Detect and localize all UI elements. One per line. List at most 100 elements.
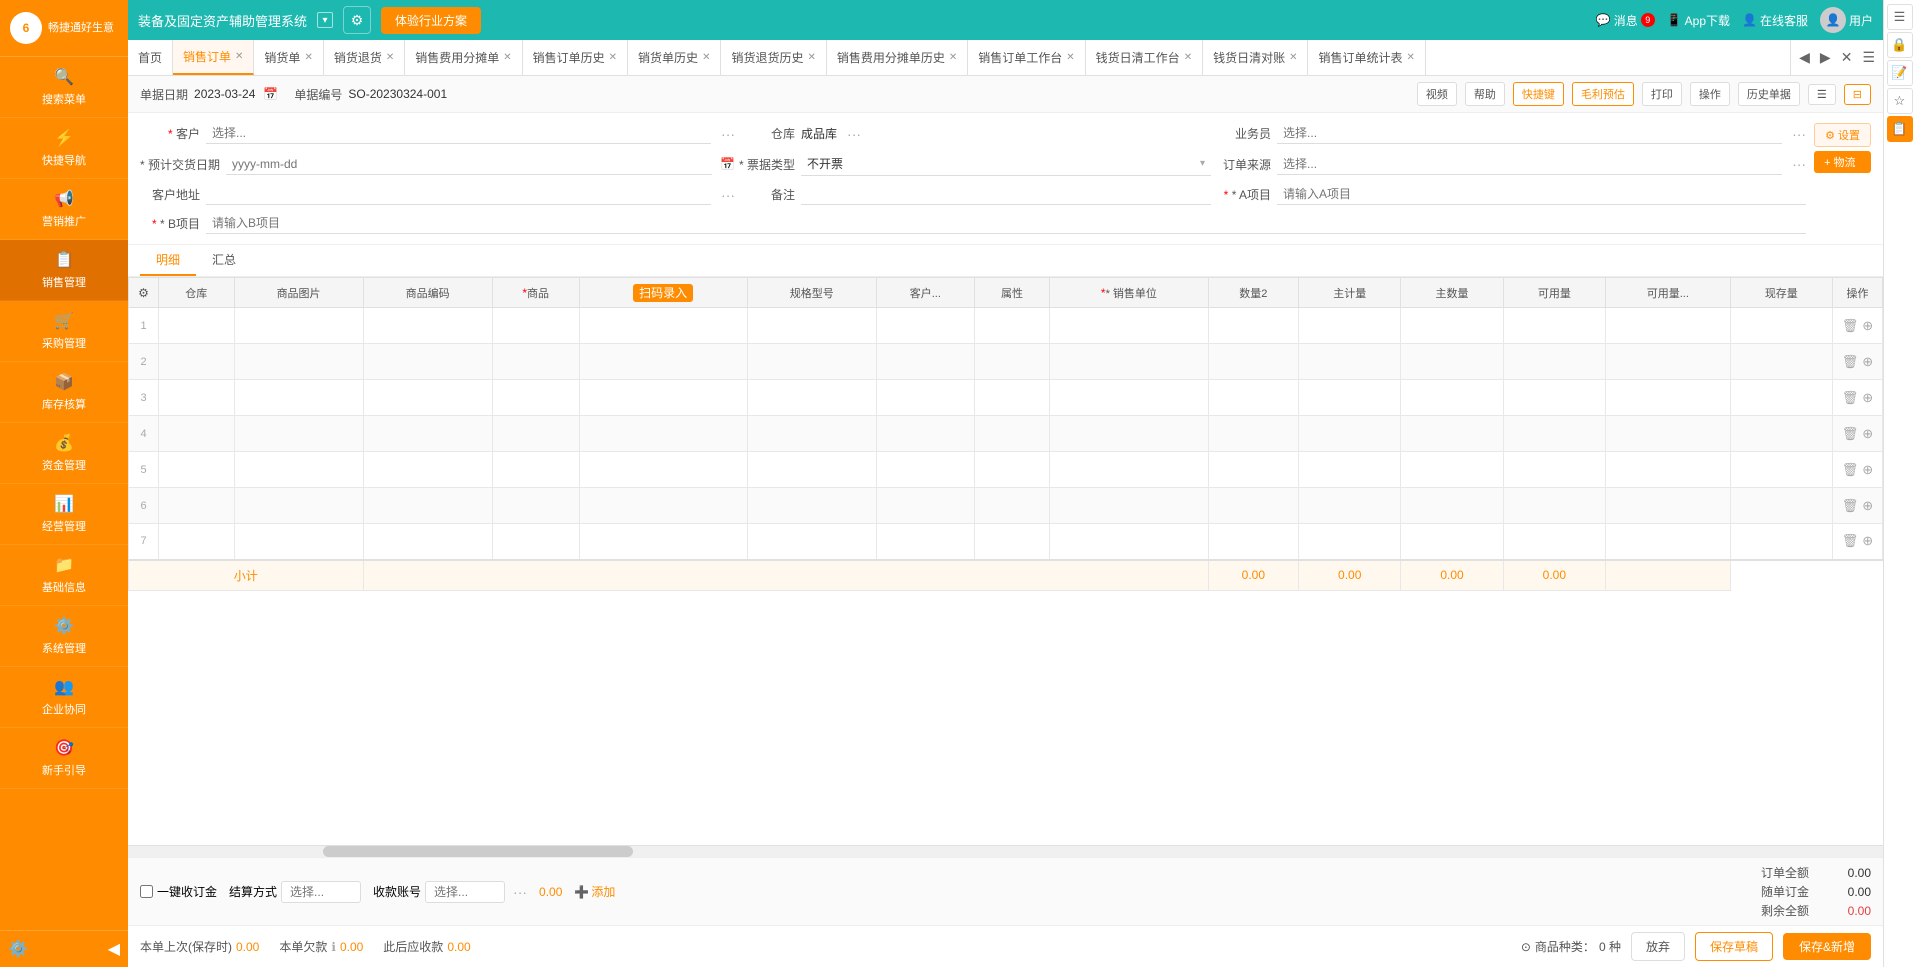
cell-4-11[interactable] (1299, 416, 1401, 452)
a-project-input[interactable] (1277, 184, 1806, 205)
discard-btn[interactable]: 放弃 (1631, 932, 1685, 961)
cell-3-11[interactable] (1299, 380, 1401, 416)
cell-3-9[interactable] (1050, 380, 1208, 416)
user-avatar[interactable]: 👤 用户 (1820, 7, 1873, 33)
one-click-label[interactable]: 一键收订金 (140, 883, 217, 900)
copy-icon-6[interactable]: ⊕ (1862, 498, 1873, 513)
cell-1-1[interactable] (159, 308, 235, 344)
cell-4-1[interactable] (159, 416, 235, 452)
cell-1-9[interactable] (1050, 308, 1208, 344)
cell-1-6[interactable] (747, 308, 876, 344)
cell-5-3[interactable] (363, 452, 492, 488)
cell-3-15[interactable] (1730, 380, 1832, 416)
cell-5-5[interactable] (579, 452, 747, 488)
sidebar-item-1[interactable]: ⚡快捷导航 (0, 118, 128, 179)
sidebar-settings-icon[interactable]: ⚙️ (8, 939, 28, 959)
cell-4-9[interactable] (1050, 416, 1208, 452)
cell-7-2[interactable] (234, 524, 363, 560)
cell-3-14[interactable] (1605, 380, 1730, 416)
account-input[interactable] (425, 881, 505, 903)
cell-1-15[interactable] (1730, 308, 1832, 344)
save-new-btn[interactable]: 保存&新增 (1783, 933, 1871, 960)
tab-2[interactable]: 销货单✕ (254, 40, 323, 75)
cell-3-13[interactable] (1503, 380, 1605, 416)
cell-5-1[interactable] (159, 452, 235, 488)
scroll-thumb[interactable] (323, 846, 633, 857)
tab-8[interactable]: 销售费用分摊单历史✕ (827, 40, 968, 75)
cell-4-8[interactable] (974, 416, 1050, 452)
cell-2-14[interactable] (1605, 344, 1730, 380)
cell-4-15[interactable] (1730, 416, 1832, 452)
cell-5-12[interactable] (1401, 452, 1503, 488)
tab-close-1[interactable]: ✕ (235, 51, 243, 62)
cell-7-10[interactable] (1208, 524, 1298, 560)
tab-close-9[interactable]: ✕ (1066, 52, 1074, 63)
tab-close-8[interactable]: ✕ (949, 52, 957, 63)
right-panel-btn-2[interactable]: 🔒 (1887, 32, 1913, 58)
cell-3-3[interactable] (363, 380, 492, 416)
tab-close-4[interactable]: ✕ (503, 52, 511, 63)
settings-action-btn[interactable]: ⚙ 设置 (1814, 123, 1871, 147)
add-payment-btn[interactable]: ➕ 添加 (574, 883, 615, 900)
cell-1-8[interactable] (974, 308, 1050, 344)
order-source-input[interactable] (1277, 154, 1782, 175)
salesperson-dots[interactable]: ··· (1792, 126, 1806, 142)
cell-2-7[interactable] (876, 344, 974, 380)
right-panel-btn-5[interactable]: 📋 (1887, 116, 1913, 142)
right-panel-btn-1[interactable]: ☰ (1887, 4, 1913, 30)
topbar-settings-btn[interactable]: ⚙ (343, 6, 371, 34)
cell-2-8[interactable] (974, 344, 1050, 380)
grid-view-btn[interactable]: ☰ (1808, 84, 1836, 105)
delete-icon-5[interactable]: 🗑 (1842, 462, 1859, 477)
cell-1-14[interactable] (1605, 308, 1730, 344)
cell-7-7[interactable] (876, 524, 974, 560)
cell-4-10[interactable] (1208, 416, 1298, 452)
cell-3-4[interactable] (492, 380, 579, 416)
cell-4-13[interactable] (1503, 416, 1605, 452)
tab-close-10[interactable]: ✕ (1184, 52, 1192, 63)
cell-2-4[interactable] (492, 344, 579, 380)
cell-3-7[interactable] (876, 380, 974, 416)
calendar-icon[interactable]: 📅 (263, 87, 278, 101)
cell-6-5[interactable] (579, 488, 747, 524)
tab-menu-btn[interactable]: ☰ (1858, 47, 1879, 68)
cell-4-7[interactable] (876, 416, 974, 452)
system-dropdown-btn[interactable]: ▾ (317, 12, 333, 28)
delivery-calendar-icon[interactable]: 📅 (720, 157, 735, 171)
cell-2-12[interactable] (1401, 344, 1503, 380)
cell-4-2[interactable] (234, 416, 363, 452)
cell-3-5[interactable] (579, 380, 747, 416)
sidebar-item-9[interactable]: ⚙️系统管理 (0, 606, 128, 667)
cell-7-5[interactable] (579, 524, 747, 560)
warehouse-dots[interactable]: ··· (847, 126, 861, 142)
tab-4[interactable]: 销售费用分摊单✕ (405, 40, 522, 75)
tab-6[interactable]: 销货单历史✕ (628, 40, 721, 75)
right-panel-btn-4[interactable]: ☆ (1887, 88, 1913, 114)
tab-next-btn[interactable]: ▶ (1816, 47, 1835, 68)
cell-2-6[interactable] (747, 344, 876, 380)
online-service-btn[interactable]: 👤 在线客服 (1742, 12, 1808, 29)
tab-9[interactable]: 销售订单工作台✕ (968, 40, 1085, 75)
sidebar-item-5[interactable]: 📦库存核算 (0, 362, 128, 423)
cell-2-5[interactable] (579, 344, 747, 380)
cell-1-5[interactable] (579, 308, 747, 344)
customer-dots[interactable]: ··· (721, 126, 735, 142)
cell-7-3[interactable] (363, 524, 492, 560)
cell-5-13[interactable] (1503, 452, 1605, 488)
cell-7-9[interactable] (1050, 524, 1208, 560)
copy-icon-3[interactable]: ⊕ (1862, 390, 1873, 405)
cell-6-2[interactable] (234, 488, 363, 524)
sidebar-item-8[interactable]: 📁基础信息 (0, 545, 128, 606)
copy-icon-2[interactable]: ⊕ (1862, 354, 1873, 369)
ticket-select[interactable]: 不开票 ▾ (801, 152, 1211, 176)
copy-icon-1[interactable]: ⊕ (1862, 318, 1873, 333)
cell-7-11[interactable] (1299, 524, 1401, 560)
cell-3-8[interactable] (974, 380, 1050, 416)
remark-input[interactable] (801, 184, 1211, 205)
tab-0[interactable]: 首页 (128, 40, 173, 75)
tab-close-5[interactable]: ✕ (609, 52, 617, 63)
copy-icon-4[interactable]: ⊕ (1862, 426, 1873, 441)
delivery-input[interactable] (226, 154, 712, 175)
cell-6-4[interactable] (492, 488, 579, 524)
shortcut-btn[interactable]: 快捷键 (1513, 82, 1564, 106)
